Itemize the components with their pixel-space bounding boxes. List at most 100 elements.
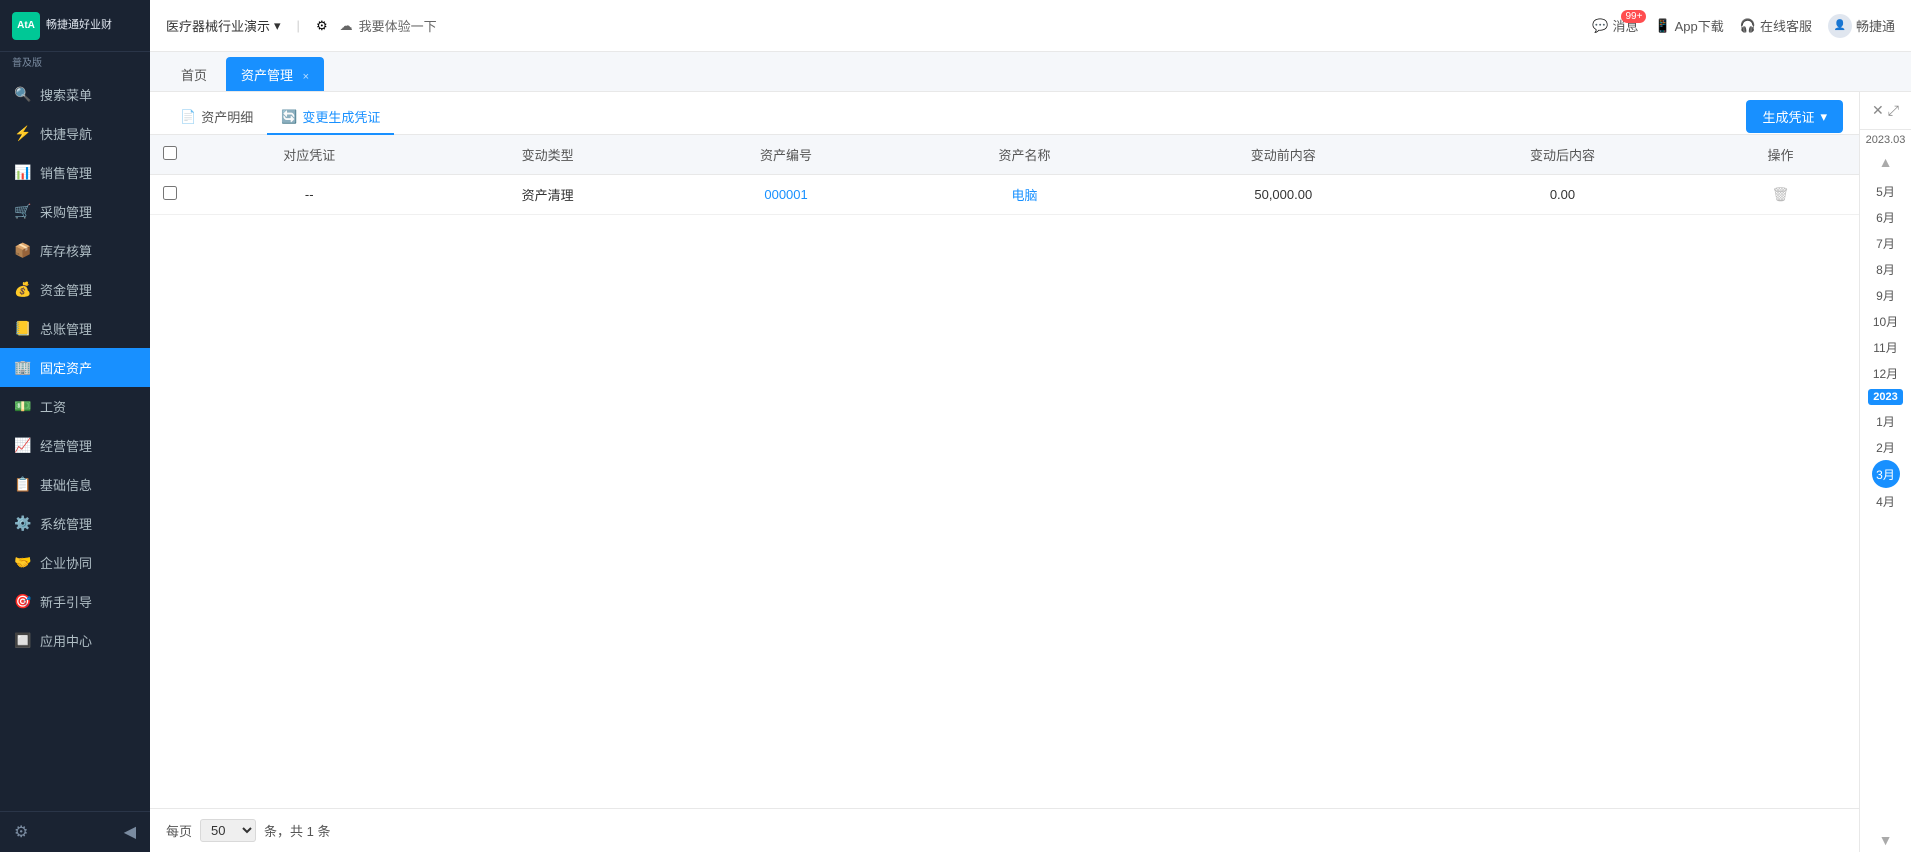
topbar-right: 💬 消息 99+ 📱 App下载 🎧 在线客服 👤 畅捷通 xyxy=(1592,14,1895,38)
month-item[interactable]: 11月 xyxy=(1868,334,1904,360)
month-item[interactable]: 3月 xyxy=(1872,460,1900,488)
scroll-down-arrow[interactable]: ▼ xyxy=(1875,828,1897,852)
sidebar-item-ledger[interactable]: 📒 总账管理 xyxy=(0,309,150,348)
experience-text: 我要体验一下 xyxy=(359,16,437,35)
sidebar-item-quick-nav[interactable]: ⚡快捷导航 xyxy=(0,114,150,153)
collapse-icon[interactable]: ◀ xyxy=(124,822,136,842)
row-checkbox[interactable] xyxy=(163,186,177,200)
month-item[interactable]: 8月 xyxy=(1868,256,1904,282)
message-btn[interactable]: 💬 消息 99+ xyxy=(1592,16,1638,35)
app-download-btn[interactable]: 📱 App下载 xyxy=(1654,16,1723,35)
row-change-type: 资产清理 xyxy=(428,175,666,215)
right-panel: ✕ ⤢ 2023.03 ▲ 5月6月7月8月9月10月11月12月20231月2… xyxy=(1859,92,1911,852)
month-item[interactable]: 6月 xyxy=(1868,204,1904,230)
message-badge: 99+ xyxy=(1621,10,1646,23)
month-item[interactable]: 9月 xyxy=(1868,282,1904,308)
home-tab-label: 首页 xyxy=(181,68,207,83)
sidebar-item-label: 系统管理 xyxy=(40,514,92,533)
sidebar-item-fixed-assets[interactable]: 🏢固定资产 xyxy=(0,348,150,387)
sub-tab2-label: 变更生成凭证 xyxy=(302,107,380,126)
row-before: 50,000.00 xyxy=(1144,175,1423,215)
select-all-checkbox[interactable] xyxy=(163,146,177,160)
month-item[interactable]: 5月 xyxy=(1868,178,1904,204)
sub-tab-asset-detail[interactable]: 📄 资产明细 xyxy=(166,100,267,135)
page-size-select[interactable]: 102050100 xyxy=(200,819,256,842)
service-btn[interactable]: 🎧 在线客服 xyxy=(1740,16,1812,35)
topbar: 医疗器械行业演示 ▾ | ⚙ ☁ 我要体验一下 💬 消息 99+ 📱 App下载… xyxy=(150,0,1911,52)
row-voucher: -- xyxy=(190,175,428,215)
experience-btn[interactable]: ☁ 我要体验一下 xyxy=(340,16,437,35)
service-label: 在线客服 xyxy=(1760,16,1812,35)
month-item[interactable]: 12月 xyxy=(1868,360,1904,386)
dropdown-icon: ▾ xyxy=(274,18,281,34)
sidebar-item-app-center[interactable]: 🔲 应用中心 xyxy=(0,621,150,660)
sidebar-item-fund[interactable]: 💰 资金管理 xyxy=(0,270,150,309)
expand-panel-icon[interactable]: ⤢ xyxy=(1888,102,1899,119)
year-badge: 2023 xyxy=(1868,389,1902,405)
active-tab-label: 资产管理 xyxy=(241,68,293,83)
sidebar-item-basic-info[interactable]: 📋基础信息 xyxy=(0,465,150,504)
settings-icon[interactable]: ⚙ xyxy=(14,822,28,842)
purchase-icon: 🛒 xyxy=(14,203,32,221)
close-panel-icon[interactable]: ✕ xyxy=(1872,102,1884,119)
sidebar-item-salary[interactable]: 💵工资 xyxy=(0,387,150,426)
change-voucher-icon: 🔄 xyxy=(281,109,297,125)
company-name: 医疗器械行业演示 xyxy=(166,16,270,35)
ledger-icon: 📒 xyxy=(14,320,32,338)
sidebar-item-sales[interactable]: 📊 销售管理 xyxy=(0,153,150,192)
sidebar-item-label: 企业协同 xyxy=(40,553,92,572)
sidebar-item-label: 总账管理 xyxy=(40,319,92,338)
month-item[interactable]: 2月 xyxy=(1868,434,1904,460)
th-after: 变动后内容 xyxy=(1423,135,1702,175)
sidebar-item-label: 经营管理 xyxy=(40,436,92,455)
row-asset-name: 电脑 xyxy=(905,175,1143,215)
tab-asset-management[interactable]: 资产管理 × xyxy=(226,57,324,91)
sidebar-item-inventory[interactable]: 📦库存核算 xyxy=(0,231,150,270)
fund-icon: 💰 xyxy=(14,281,32,299)
generate-btn-label: 生成凭证 xyxy=(1762,107,1814,126)
sidebar-item-search[interactable]: 🔍搜索菜单 xyxy=(0,75,150,114)
headset-icon: 🎧 xyxy=(1740,18,1756,34)
month-item[interactable]: 10月 xyxy=(1868,308,1904,334)
year-row-2023: 2023 xyxy=(1868,386,1904,408)
logo-text: 畅捷通好业财 xyxy=(46,18,112,32)
company-selector[interactable]: 医疗器械行业演示 ▾ xyxy=(166,16,281,35)
month-item[interactable]: 1月 xyxy=(1868,408,1904,434)
sidebar-item-guide[interactable]: 🎯新手引导 xyxy=(0,582,150,621)
th-action: 操作 xyxy=(1702,135,1859,175)
th-change-type: 变动类型 xyxy=(428,135,666,175)
sidebar-item-coop[interactable]: 🤝企业协同 xyxy=(0,543,150,582)
delete-icon[interactable]: 🗑 xyxy=(1772,186,1790,202)
sidebar-logo: AtA 畅捷通好业财 xyxy=(0,0,150,52)
sidebar-item-label: 基础信息 xyxy=(40,475,92,494)
user-btn[interactable]: 👤 畅捷通 xyxy=(1828,14,1895,38)
sidebar-item-system[interactable]: ⚙️系统管理 xyxy=(0,504,150,543)
settings-gear-icon[interactable]: ⚙ xyxy=(316,18,328,34)
sub-tab-change-voucher[interactable]: 🔄 变更生成凭证 xyxy=(267,100,394,135)
sidebar-item-label: 销售管理 xyxy=(40,163,92,182)
sales-icon: 📊 xyxy=(14,164,32,182)
sidebar-item-label: 应用中心 xyxy=(40,631,92,650)
message-icon: 💬 xyxy=(1592,18,1608,34)
tab-close-icon[interactable]: × xyxy=(303,71,309,83)
month-item[interactable]: 4月 xyxy=(1868,488,1904,514)
sidebar-item-label: 资金管理 xyxy=(40,280,92,299)
row-action: 🗑 xyxy=(1702,175,1859,215)
page-tabs: 首页 资产管理 × xyxy=(150,52,1911,92)
month-item[interactable]: 7月 xyxy=(1868,230,1904,256)
sidebar-item-operations[interactable]: 📈 经营管理 xyxy=(0,426,150,465)
scroll-up-arrow[interactable]: ▲ xyxy=(1875,150,1897,174)
generate-voucher-btn[interactable]: 生成凭证 ▾ xyxy=(1746,100,1843,133)
username: 畅捷通 xyxy=(1856,16,1895,35)
app-center-icon: 🔲 xyxy=(14,632,32,650)
sidebar-item-label: 工资 xyxy=(40,397,66,416)
search-icon: 🔍 xyxy=(14,86,32,104)
main-area: 医疗器械行业演示 ▾ | ⚙ ☁ 我要体验一下 💬 消息 99+ 📱 App下载… xyxy=(150,0,1911,852)
quick-nav-icon: ⚡ xyxy=(14,125,32,143)
table-row: -- 资产清理 000001 电脑 50,000.00 0.00 🗑 xyxy=(150,175,1859,215)
sidebar-item-purchase[interactable]: 🛒采购管理 xyxy=(0,192,150,231)
avatar: 👤 xyxy=(1828,14,1852,38)
tab-home[interactable]: 首页 xyxy=(166,57,222,91)
th-before: 变动前内容 xyxy=(1144,135,1423,175)
operations-icon: 📈 xyxy=(14,437,32,455)
